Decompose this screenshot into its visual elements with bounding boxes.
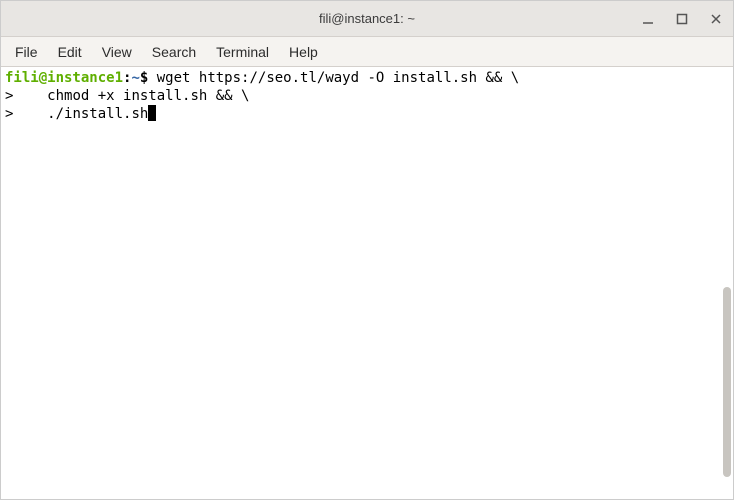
- prompt-user-host: fili@instance1: [5, 70, 123, 86]
- menu-search[interactable]: Search: [142, 40, 206, 64]
- command-text-2: chmod +x install.sh && \: [47, 88, 249, 104]
- close-icon: [710, 13, 722, 25]
- menu-file[interactable]: File: [5, 40, 48, 64]
- terminal-main: fili@instance1:~$ wget https://seo.tl/wa…: [1, 67, 733, 499]
- continuation-prefix-1: >: [5, 88, 47, 104]
- terminal-line-3: > ./install.sh: [5, 105, 729, 123]
- window-controls: [639, 1, 725, 36]
- terminal-line-1: fili@instance1:~$ wget https://seo.tl/wa…: [5, 69, 729, 87]
- prompt-sep2: $: [140, 70, 157, 86]
- titlebar: fili@instance1: ~: [1, 1, 733, 37]
- window-title: fili@instance1: ~: [319, 11, 415, 26]
- terminal-line-2: > chmod +x install.sh && \: [5, 87, 729, 105]
- maximize-button[interactable]: [673, 10, 691, 28]
- maximize-icon: [676, 13, 688, 25]
- menu-edit[interactable]: Edit: [48, 40, 92, 64]
- menu-help[interactable]: Help: [279, 40, 328, 64]
- menu-view[interactable]: View: [92, 40, 142, 64]
- prompt-path: ~: [131, 70, 139, 86]
- command-text-1: wget https://seo.tl/wayd -O install.sh &…: [157, 70, 519, 86]
- minimize-icon: [642, 13, 654, 25]
- continuation-prefix-2: >: [5, 106, 47, 122]
- cursor: [148, 105, 156, 121]
- menubar: File Edit View Search Terminal Help: [1, 37, 733, 67]
- command-text-3: ./install.sh: [47, 106, 148, 122]
- minimize-button[interactable]: [639, 10, 657, 28]
- terminal-window: fili@instance1: ~ File Edit View Search …: [0, 0, 734, 500]
- terminal-output[interactable]: fili@instance1:~$ wget https://seo.tl/wa…: [1, 67, 733, 499]
- menu-terminal[interactable]: Terminal: [206, 40, 279, 64]
- scrollbar-thumb[interactable]: [723, 287, 731, 477]
- close-button[interactable]: [707, 10, 725, 28]
